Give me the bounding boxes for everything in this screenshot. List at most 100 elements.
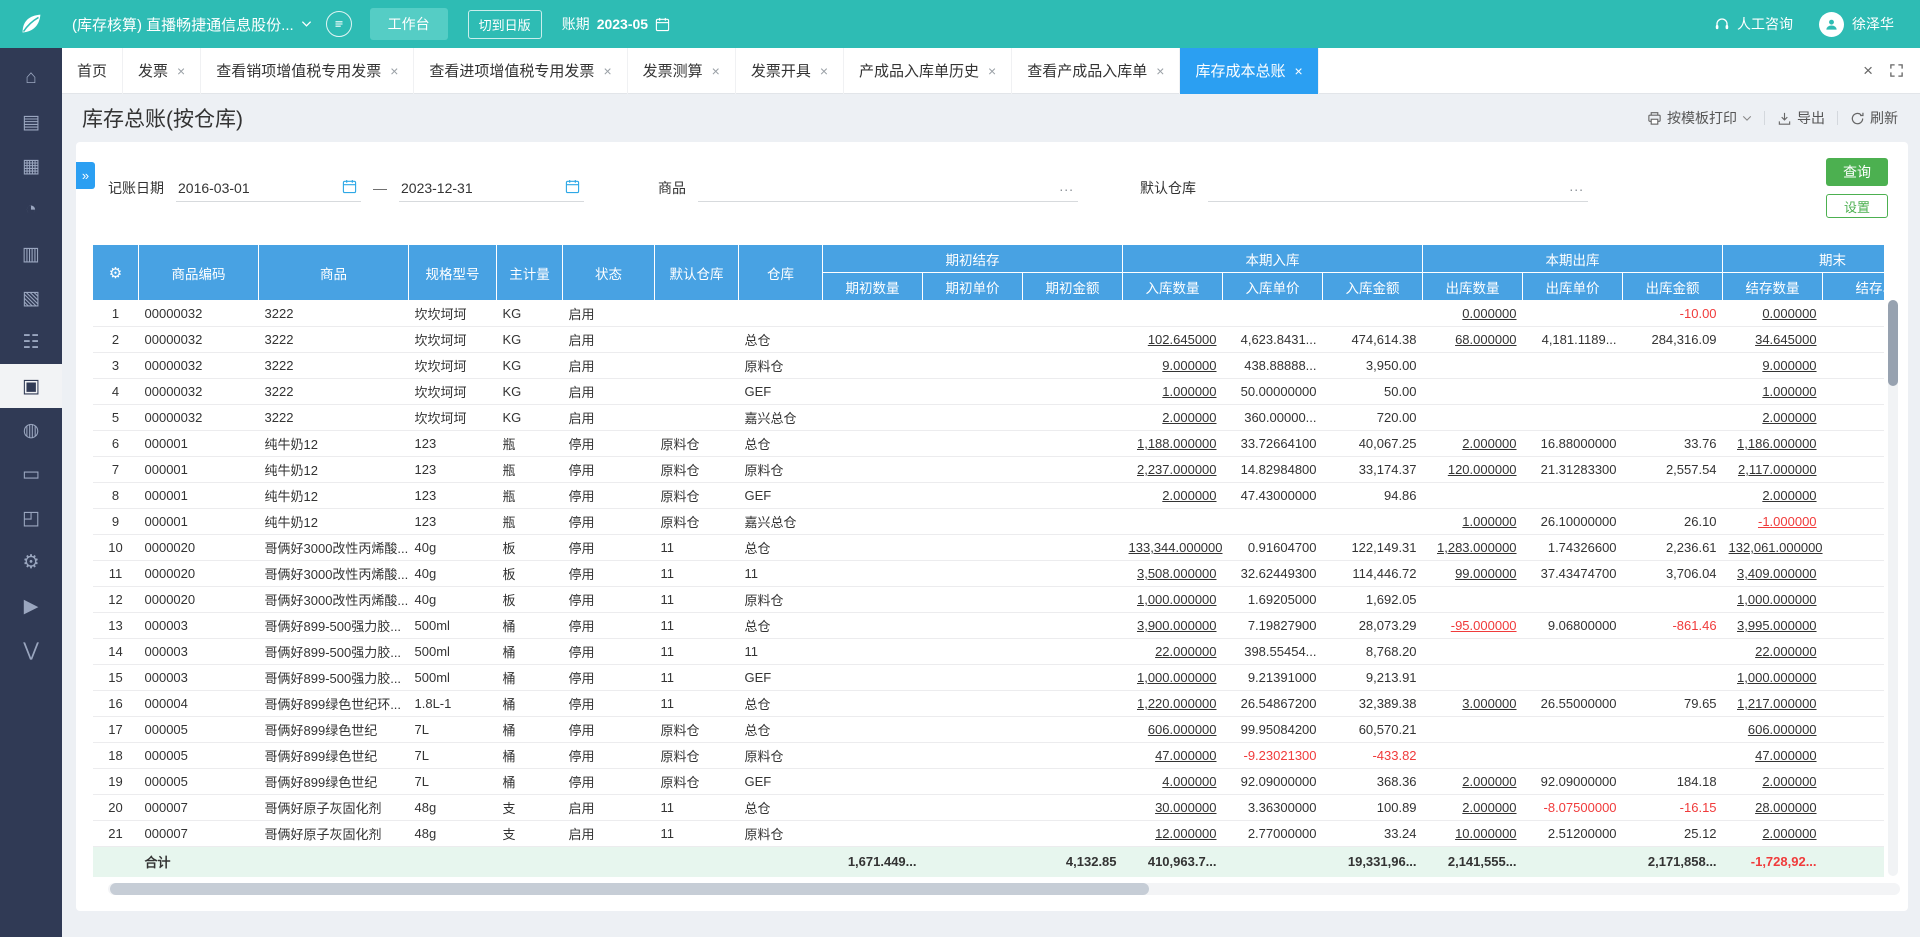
- drilldown-link[interactable]: 2,117.000000: [1722, 456, 1823, 483]
- calendar-icon[interactable]: [565, 179, 580, 194]
- drilldown-link[interactable]: 2.000000: [1422, 430, 1523, 457]
- sidebar-item-invoice[interactable]: ▤: [0, 100, 62, 144]
- column-settings-icon[interactable]: ⚙: [92, 244, 139, 301]
- tab-7[interactable]: 查看产成品入库单 ×: [1012, 47, 1181, 94]
- switch-version-button[interactable]: 切到日版: [467, 9, 542, 39]
- drilldown-link[interactable]: 0.000000: [1722, 300, 1823, 327]
- drilldown-link[interactable]: 1,217.000000: [1722, 690, 1823, 717]
- warehouse-picker-icon[interactable]: ...: [1565, 178, 1588, 198]
- org-list-icon[interactable]: [325, 11, 352, 37]
- drilldown-link[interactable]: 1,283.000000: [1422, 534, 1523, 561]
- drilldown-link[interactable]: 133,344.000000: [1122, 534, 1223, 561]
- drilldown-link[interactable]: 1.000000: [1422, 508, 1523, 535]
- sidebar-item-ledger[interactable]: ▧: [0, 276, 62, 320]
- drilldown-link[interactable]: 3,900.000000: [1122, 612, 1223, 639]
- sidebar-item-home[interactable]: ⌂: [0, 56, 62, 100]
- sidebar-item-settings[interactable]: ⚙: [0, 540, 62, 584]
- tab-2[interactable]: 查看销项增值税专用发票 ×: [201, 47, 415, 94]
- drilldown-link[interactable]: 22.000000: [1722, 638, 1823, 665]
- warehouse-input[interactable]: [1208, 174, 1566, 201]
- drilldown-link[interactable]: -95.000000: [1422, 612, 1523, 639]
- sidebar-item-assets[interactable]: ◰: [0, 496, 62, 540]
- sidebar-item-funds[interactable]: ◔: [0, 188, 62, 232]
- company-selector[interactable]: (库存核算) 直播畅捷通信息股份...: [72, 14, 312, 35]
- sidebar-item-detail-list[interactable]: ☷: [0, 320, 62, 364]
- tab-close-icon[interactable]: ×: [988, 63, 996, 79]
- sidebar-item-service[interactable]: ◍: [0, 408, 62, 452]
- sidebar-item-training[interactable]: ▶: [0, 584, 62, 628]
- close-tab-icon[interactable]: ×: [1863, 62, 1873, 79]
- drilldown-link[interactable]: 1,220.000000: [1122, 690, 1223, 717]
- drilldown-link[interactable]: 3,508.000000: [1122, 560, 1223, 587]
- drilldown-link[interactable]: 606.000000: [1722, 716, 1823, 743]
- product-input[interactable]: [698, 174, 1056, 201]
- refresh-button[interactable]: 刷新: [1850, 108, 1898, 128]
- drilldown-link[interactable]: 2.000000: [1722, 768, 1823, 795]
- tab-1[interactable]: 发票 ×: [123, 47, 202, 94]
- tab-close-icon[interactable]: ×: [390, 63, 398, 79]
- drilldown-link[interactable]: 606.000000: [1122, 716, 1223, 743]
- sidebar-item-version[interactable]: ⋁: [0, 628, 62, 672]
- tab-close-icon[interactable]: ×: [603, 63, 611, 79]
- drilldown-link[interactable]: 1,000.000000: [1122, 664, 1223, 691]
- tab-3[interactable]: 查看进项增值税专用发票 ×: [414, 47, 628, 94]
- drilldown-link[interactable]: 0.000000: [1422, 300, 1523, 327]
- drilldown-link[interactable]: 1.000000: [1122, 378, 1223, 405]
- drilldown-link[interactable]: 1,000.000000: [1722, 664, 1823, 691]
- drilldown-link[interactable]: 2.000000: [1722, 404, 1823, 431]
- drilldown-link[interactable]: 68.000000: [1422, 326, 1523, 353]
- drilldown-link[interactable]: 2.000000: [1722, 820, 1823, 847]
- period-value[interactable]: 2023-05: [597, 16, 648, 32]
- drilldown-link[interactable]: 1,000.000000: [1722, 586, 1823, 613]
- user-menu[interactable]: 徐泽华: [1819, 11, 1894, 37]
- tab-0[interactable]: 首页: [62, 47, 124, 94]
- drilldown-link[interactable]: 2.000000: [1122, 482, 1223, 509]
- date-to-input[interactable]: [399, 174, 584, 202]
- tab-close-icon[interactable]: ×: [712, 63, 720, 79]
- product-picker-icon[interactable]: ...: [1055, 178, 1078, 198]
- tab-close-icon[interactable]: ×: [177, 63, 185, 79]
- drilldown-link[interactable]: 102.645000: [1122, 326, 1223, 353]
- drilldown-link[interactable]: 1,000.000000: [1122, 586, 1223, 613]
- drilldown-link[interactable]: 22.000000: [1122, 638, 1223, 665]
- calendar-icon[interactable]: [342, 179, 357, 194]
- workbench-button[interactable]: 工作台: [369, 8, 448, 40]
- drilldown-link[interactable]: 1,186.000000: [1722, 430, 1823, 457]
- drilldown-link[interactable]: 47.000000: [1122, 742, 1223, 769]
- fullscreen-icon[interactable]: [1889, 63, 1904, 78]
- drilldown-link[interactable]: 47.000000: [1722, 742, 1823, 769]
- export-button[interactable]: 导出: [1777, 108, 1825, 128]
- tab-8[interactable]: 库存成本总账 ×: [1180, 47, 1319, 94]
- drilldown-link[interactable]: 28.000000: [1722, 794, 1823, 821]
- sidebar-item-inventory[interactable]: ▣: [0, 364, 62, 408]
- date-from-input[interactable]: [176, 174, 361, 202]
- print-by-template-button[interactable]: 按模板打印: [1647, 108, 1752, 128]
- drilldown-link[interactable]: -1.000000: [1722, 508, 1823, 535]
- drilldown-link[interactable]: 120.000000: [1422, 456, 1523, 483]
- drilldown-link[interactable]: 99.000000: [1422, 560, 1523, 587]
- drilldown-link[interactable]: 3,995.000000: [1722, 612, 1823, 639]
- vertical-scrollbar[interactable]: [1888, 300, 1898, 876]
- drilldown-link[interactable]: 2.000000: [1122, 404, 1223, 431]
- drilldown-link[interactable]: 132,061.000000: [1722, 534, 1823, 561]
- sidebar-item-reports[interactable]: ▦: [0, 144, 62, 188]
- horizontal-scrollbar[interactable]: [108, 882, 1900, 895]
- drilldown-link[interactable]: 2.000000: [1422, 794, 1523, 821]
- horizontal-scrollbar-thumb[interactable]: [110, 882, 1150, 895]
- drilldown-link[interactable]: 10.000000: [1422, 820, 1523, 847]
- tab-6[interactable]: 产成品入库单历史 ×: [844, 47, 1013, 94]
- drilldown-link[interactable]: 2.000000: [1722, 482, 1823, 509]
- sidebar-item-vouchers[interactable]: ▥: [0, 232, 62, 276]
- tab-5[interactable]: 发票开具 ×: [736, 47, 845, 94]
- sidebar-item-checkout[interactable]: ▭: [0, 452, 62, 496]
- tab-close-icon[interactable]: ×: [1294, 63, 1302, 79]
- drilldown-link[interactable]: 30.000000: [1122, 794, 1223, 821]
- settings-button[interactable]: 设置: [1826, 194, 1888, 218]
- drilldown-link[interactable]: 9.000000: [1122, 352, 1223, 379]
- drilldown-link[interactable]: 2,237.000000: [1122, 456, 1223, 483]
- expand-filters-button[interactable]: »: [76, 162, 95, 189]
- drilldown-link[interactable]: 34.645000: [1722, 326, 1823, 353]
- drilldown-link[interactable]: 9.000000: [1722, 352, 1823, 379]
- support-link[interactable]: 人工咨询: [1714, 14, 1793, 34]
- tab-close-icon[interactable]: ×: [1156, 63, 1164, 79]
